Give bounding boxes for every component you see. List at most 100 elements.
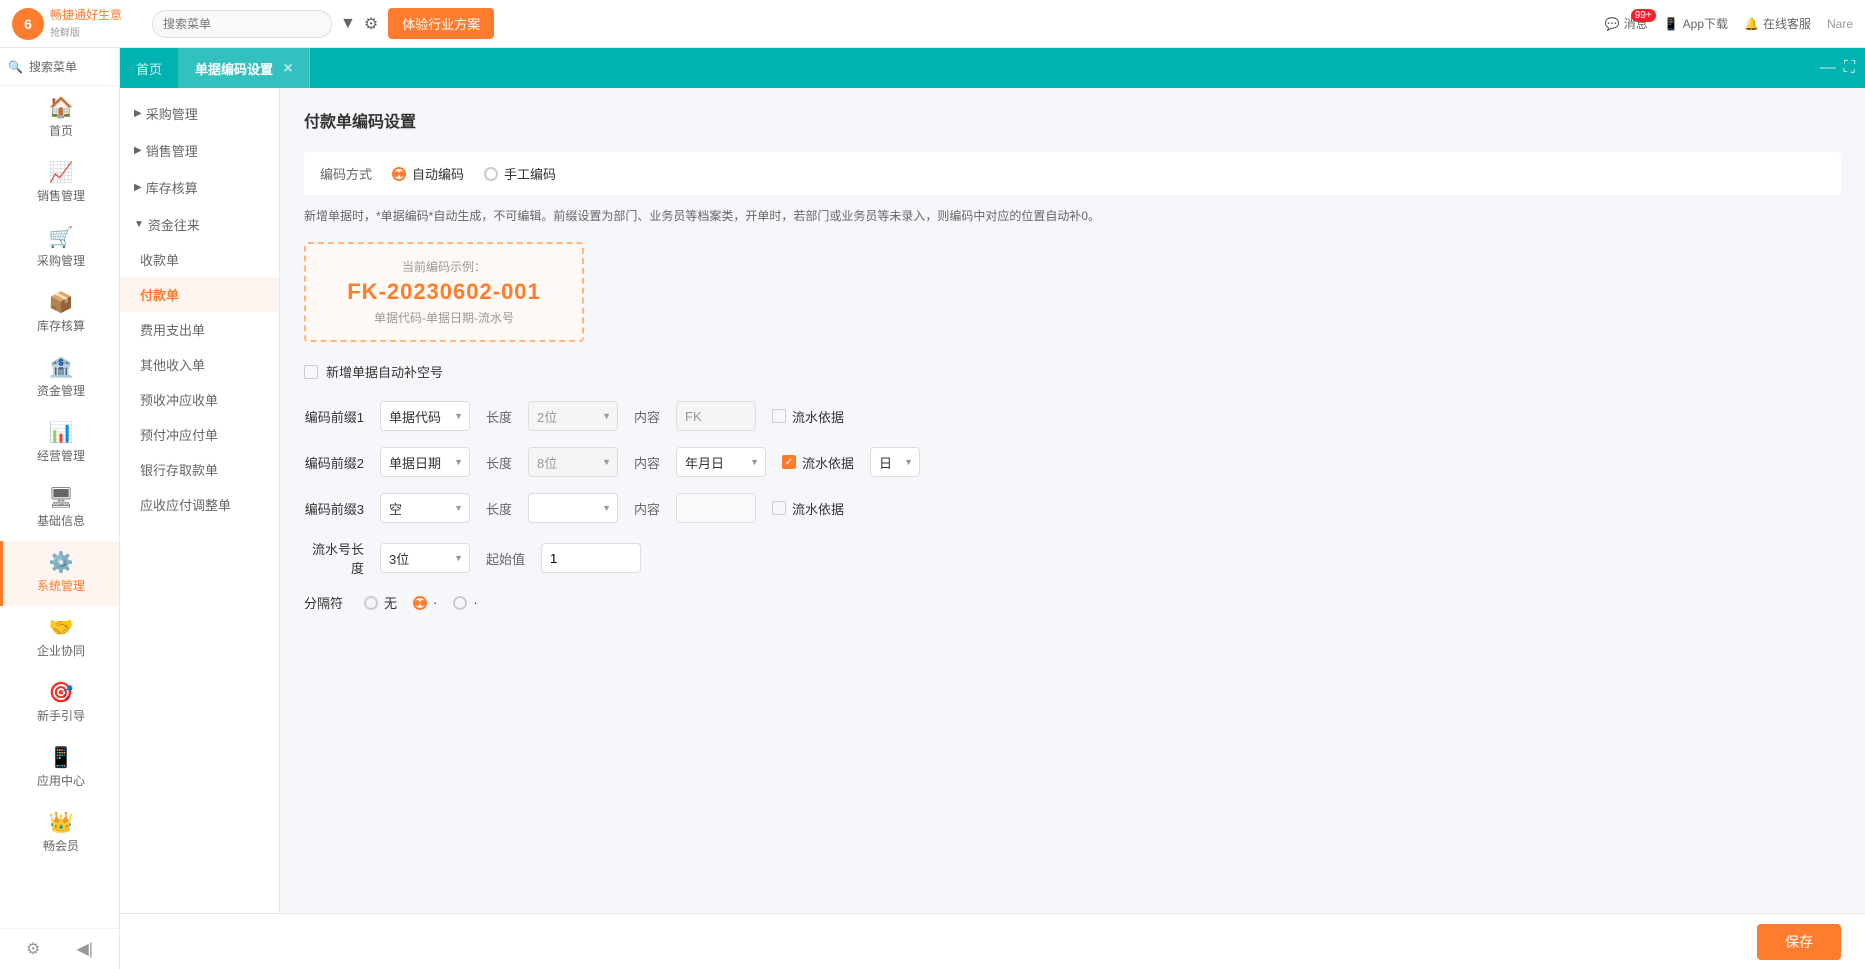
- sec-menu-purchase-label: 采购管理: [146, 104, 198, 123]
- sec-menu-funds-label: 资金往来: [148, 215, 200, 234]
- sep-none[interactable]: 无: [364, 593, 397, 612]
- code-preview-box: 当前编码示例： FK-20230602-001 单据代码-单据日期-流水号: [304, 242, 584, 342]
- prefix2-select[interactable]: 单据日期: [380, 447, 470, 477]
- prefix1-stream-checkbox[interactable]: 流水依据: [772, 407, 844, 426]
- tab-actions: — ⛶: [1820, 59, 1865, 77]
- guide-icon: 🎯: [49, 683, 74, 703]
- sidebar-item-label-operations: 经营管理: [37, 447, 85, 464]
- arrow-funds: ▼: [134, 219, 144, 230]
- apps-icon: 📱: [49, 748, 74, 768]
- system-icon: ⚙️: [49, 553, 74, 573]
- sec-menu-group-funds: ▼ 资金往来 收款单 付款单 费用支出单 其他收入单 预收冲应收单 预付冲应付单…: [120, 207, 279, 522]
- tab-home-label: 首页: [136, 59, 162, 78]
- start-value-input[interactable]: [541, 543, 641, 573]
- sec-menu-item-expense[interactable]: 费用支出单: [120, 312, 279, 347]
- prefix3-length-select[interactable]: [528, 493, 618, 523]
- tab-home[interactable]: 首页: [120, 48, 179, 88]
- sidebar-item-sales[interactable]: 📈 销售管理: [0, 151, 119, 216]
- experience-btn[interactable]: 体验行业方案: [388, 8, 494, 39]
- sidebar-item-inventory[interactable]: 📦 库存核算: [0, 281, 119, 346]
- serial-length-select[interactable]: 3位: [380, 543, 470, 573]
- prefix3-select[interactable]: 空: [380, 493, 470, 523]
- app-download-btn[interactable]: 📱 App下载: [1664, 15, 1728, 32]
- prefix2-label: 编码前缀2: [304, 453, 364, 472]
- sidebar-item-finance[interactable]: 🏦 资金管理: [0, 346, 119, 411]
- sec-menu-item-other-income[interactable]: 其他收入单: [120, 347, 279, 382]
- header-dropdown-btn[interactable]: ▼: [340, 15, 356, 33]
- sec-menu-item-advance-payment[interactable]: 预付冲应付单: [120, 417, 279, 452]
- sidebar-item-purchase[interactable]: 🛒 采购管理: [0, 216, 119, 281]
- prefix2-content-select[interactable]: 年月日: [676, 447, 766, 477]
- prefix1-select[interactable]: 单据代码: [380, 401, 470, 431]
- sec-menu-item-bank[interactable]: 银行存取款单: [120, 452, 279, 487]
- tab-encode-settings[interactable]: 单据编码设置 ✕: [179, 48, 310, 88]
- prefix1-length-label: 长度: [486, 407, 512, 426]
- sep-dot[interactable]: ·: [413, 595, 437, 610]
- sec-menu-sales[interactable]: ▶ 销售管理: [120, 133, 279, 168]
- sidebar-item-label-inventory: 库存核算: [37, 317, 85, 334]
- sidebar-item-base[interactable]: 🖥 基础信息: [0, 476, 119, 541]
- sidebar-item-member[interactable]: 👑 畅会员: [0, 801, 119, 866]
- search-icon: 🔍: [8, 60, 23, 74]
- prefix2-stream-checkbox[interactable]: ✓ 流水依据: [782, 453, 854, 472]
- encode-method-section: 编码方式 自动编码 手工编码: [304, 152, 1841, 195]
- sidebar-item-operations[interactable]: 📊 经营管理: [0, 411, 119, 476]
- logo-badge: 抢鲜版: [50, 24, 122, 39]
- sep-dot-label: ·: [433, 595, 437, 610]
- prefix3-stream-box: [772, 501, 786, 515]
- prefix2-day-select[interactable]: 日: [870, 447, 920, 477]
- sidebar-item-enterprise[interactable]: 🤝 企业协同: [0, 606, 119, 671]
- sidebar-item-apps[interactable]: 📱 应用中心: [0, 736, 119, 801]
- sec-menu-item-advance-receipt[interactable]: 预收冲应收单: [120, 382, 279, 417]
- prefix1-content-input: [676, 401, 756, 431]
- encode-method-radio-group: 自动编码 手工编码: [392, 164, 556, 183]
- auto-fill-checkbox[interactable]: [304, 365, 318, 379]
- sec-menu-stock[interactable]: ▶ 库存核算: [120, 170, 279, 205]
- sep-none-label: 无: [384, 593, 397, 612]
- online-service-btn[interactable]: 🔔 在线客服: [1744, 15, 1811, 32]
- service-label: 在线客服: [1763, 15, 1811, 32]
- sec-menu-group-sales: ▶ 销售管理: [120, 133, 279, 168]
- sec-menu-stock-label: 库存核算: [146, 178, 198, 197]
- sidebar-item-system[interactable]: ⚙️ 系统管理: [0, 541, 119, 606]
- sidebar-settings-btn[interactable]: ⚙: [26, 939, 40, 959]
- radio-auto-encode[interactable]: 自动编码: [392, 164, 464, 183]
- sep-dash[interactable]: ·: [453, 595, 477, 610]
- sec-menu-item-payment[interactable]: 付款单: [120, 277, 279, 312]
- tab-minimize-btn[interactable]: —: [1820, 59, 1836, 77]
- search-input[interactable]: [152, 10, 332, 38]
- sidebar-item-guide[interactable]: 🎯 新手引导: [0, 671, 119, 736]
- prefix3-stream-checkbox[interactable]: 流水依据: [772, 499, 844, 518]
- settings-icon[interactable]: ⚙: [364, 14, 378, 34]
- prefix3-content-label: 内容: [634, 499, 660, 518]
- tab-bar: 首页 单据编码设置 ✕ — ⛶: [120, 48, 1865, 88]
- tab-close-icon[interactable]: ✕: [283, 61, 293, 75]
- header-left: 6 畅捷通好生意 抢鲜版 ▼ ⚙ 体验行业方案: [12, 8, 494, 40]
- sidebar-collapse-btn[interactable]: ◀|: [76, 939, 92, 959]
- sec-menu-funds[interactable]: ▼ 资金往来: [120, 207, 279, 242]
- radio-manual-encode[interactable]: 手工编码: [484, 164, 556, 183]
- home-icon: 🏠: [49, 98, 74, 118]
- sec-menu-item-receipt[interactable]: 收款单: [120, 242, 279, 277]
- sidebar-search[interactable]: 🔍 搜索菜单: [0, 48, 119, 86]
- sec-menu-purchase[interactable]: ▶ 采购管理: [120, 96, 279, 131]
- logo-title: 畅捷通好生意: [50, 8, 122, 24]
- radio-manual-label: 手工编码: [504, 164, 556, 183]
- prefix3-length-label: 长度: [486, 499, 512, 518]
- sidebar-item-label-member: 畅会员: [43, 837, 79, 854]
- prefix2-content-label: 内容: [634, 453, 660, 472]
- tab-maximize-btn[interactable]: ⛶: [1844, 59, 1855, 77]
- prefix3-content-input[interactable]: [676, 493, 756, 523]
- sidebar-item-home[interactable]: 🏠 首页: [0, 86, 119, 151]
- prefix1-length-select[interactable]: 2位: [528, 401, 618, 431]
- prefix2-length-select[interactable]: 8位: [528, 447, 618, 477]
- sidebar-item-label-guide: 新手引导: [37, 707, 85, 724]
- arrow-sales: ▶: [134, 145, 142, 156]
- base-icon: 🖥: [48, 488, 73, 508]
- service-icon: 🔔: [1744, 17, 1759, 31]
- separator-label: 分隔符: [304, 593, 348, 612]
- save-button[interactable]: 保存: [1757, 924, 1841, 960]
- sec-menu-item-adjustment[interactable]: 应收应付调整单: [120, 487, 279, 522]
- serial-length-label: 流水号长度: [304, 539, 364, 577]
- message-btn[interactable]: 💬 消息 99+: [1605, 15, 1648, 32]
